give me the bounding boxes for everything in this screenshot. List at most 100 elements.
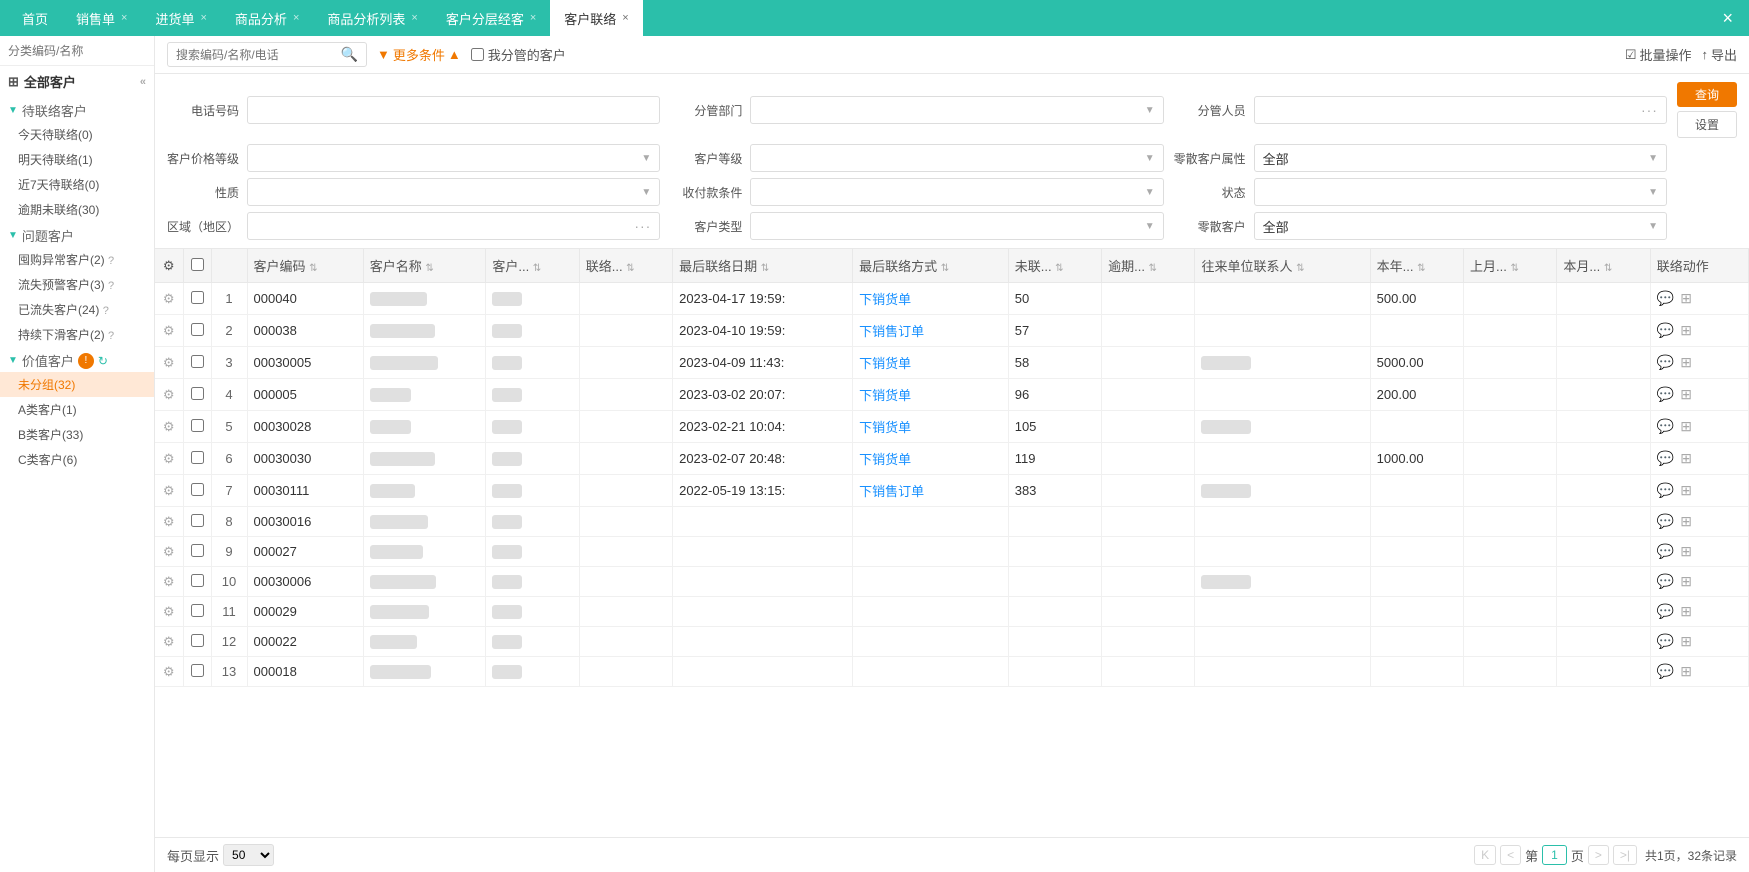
sidebar-item-overdue-contact[interactable]: 逾期未联络(30) (0, 197, 154, 222)
th-settings[interactable]: ⚙ (155, 249, 183, 283)
sidebar-item-loss-warning[interactable]: 流失预警客户(3) ? (0, 272, 154, 297)
th-not-contacted[interactable]: 未联... ⇅ (1008, 249, 1101, 283)
row-settings-icon[interactable]: ⚙ (155, 475, 183, 507)
grid-action-icon[interactable]: ⊞ (1680, 418, 1692, 435)
search-button[interactable]: 查询 (1677, 82, 1737, 107)
sidebar-item-abnormal[interactable]: 囤购异常客户(2) ? (0, 247, 154, 272)
grid-action-icon[interactable]: ⊞ (1680, 354, 1692, 371)
row-settings-icon[interactable]: ⚙ (155, 315, 183, 347)
more-conditions-button[interactable]: ▼ 更多条件 ▲ (377, 45, 461, 64)
row-settings-icon[interactable]: ⚙ (155, 627, 183, 657)
th-last-method[interactable]: 最后联络方式 ⇅ (853, 249, 1009, 283)
sidebar-item-lost[interactable]: 已流失客户(24) ? (0, 297, 154, 322)
grid-action-icon[interactable]: ⊞ (1680, 322, 1692, 339)
sidebar-all-customers[interactable]: ⊞ 全部客户 « (0, 66, 154, 97)
row-checkbox[interactable] (183, 475, 211, 507)
th-this-year[interactable]: 本年... ⇅ (1370, 249, 1463, 283)
grid-action-icon[interactable]: ⊞ (1680, 290, 1692, 307)
row-settings-icon[interactable]: ⚙ (155, 507, 183, 537)
export-button[interactable]: ↑ 导出 (1701, 45, 1737, 64)
nav-purchase[interactable]: 进货单 × (141, 0, 220, 36)
nav-product-analysis-list[interactable]: 商品分析列表 × (313, 0, 431, 36)
th-unit-contact[interactable]: 往来单位联系人 ⇅ (1195, 249, 1370, 283)
close-product-analysis-list-icon[interactable]: × (411, 12, 417, 24)
row-checkbox[interactable] (183, 507, 211, 537)
grid-action-icon[interactable]: ⊞ (1680, 513, 1692, 530)
chat-icon[interactable]: 💬 (1657, 543, 1674, 560)
chat-icon[interactable]: 💬 (1657, 322, 1674, 339)
close-sales-icon[interactable]: × (121, 12, 127, 24)
chat-icon[interactable]: 💬 (1657, 450, 1674, 467)
chat-icon[interactable]: 💬 (1657, 354, 1674, 371)
th-this-month[interactable]: 本月... ⇅ (1557, 249, 1650, 283)
window-close-button[interactable]: × (1714, 8, 1741, 29)
row-settings-icon[interactable]: ⚙ (155, 443, 183, 475)
row-settings-icon[interactable]: ⚙ (155, 657, 183, 687)
row-settings-icon[interactable]: ⚙ (155, 283, 183, 315)
grid-action-icon[interactable]: ⊞ (1680, 603, 1692, 620)
row-checkbox[interactable] (183, 411, 211, 443)
status-select[interactable]: ▼ (1254, 178, 1667, 206)
grid-action-icon[interactable]: ⊞ (1680, 482, 1692, 499)
search-input[interactable] (176, 48, 341, 62)
th-type[interactable]: 客户... ⇅ (486, 249, 579, 283)
row-checkbox[interactable] (183, 657, 211, 687)
grid-action-icon[interactable]: ⊞ (1680, 573, 1692, 590)
page-size-select[interactable]: 10 20 50 100 (223, 844, 274, 866)
sidebar-group-pending[interactable]: ▼ 待联络客户 (0, 97, 154, 122)
retail-customer-select[interactable]: 全部 ▼ (1254, 212, 1667, 240)
sidebar-item-ungrouped[interactable]: 未分组(32) (0, 372, 154, 397)
nature-select[interactable]: ▼ (247, 178, 660, 206)
phone-input[interactable] (247, 96, 660, 124)
nav-sales[interactable]: 销售单 × (62, 0, 141, 36)
manager-select[interactable]: ··· (1254, 96, 1667, 124)
sidebar-item-tomorrow-pending[interactable]: 明天待联络(1) (0, 147, 154, 172)
dept-select[interactable]: ▼ (750, 96, 1163, 124)
close-purchase-icon[interactable]: × (200, 12, 206, 24)
close-customer-tier-icon[interactable]: × (530, 12, 536, 24)
row-checkbox[interactable] (183, 283, 211, 315)
sidebar-item-class-c[interactable]: C类客户(6) (0, 447, 154, 472)
grid-action-icon[interactable]: ⊞ (1680, 543, 1692, 560)
sidebar-group-value[interactable]: ▼ 价值客户 ! ↻ (0, 347, 154, 372)
price-level-select[interactable]: ▼ (247, 144, 660, 172)
customer-level-select[interactable]: ▼ (750, 144, 1163, 172)
row-settings-icon[interactable]: ⚙ (155, 347, 183, 379)
sidebar-item-class-b[interactable]: B类客户(33) (0, 422, 154, 447)
search-icon[interactable]: 🔍 (341, 46, 358, 63)
chat-icon[interactable]: 💬 (1657, 386, 1674, 403)
th-last-date[interactable]: 最后联络日期 ⇅ (673, 249, 853, 283)
first-page-button[interactable]: K (1474, 845, 1496, 865)
prev-page-button[interactable]: < (1500, 845, 1521, 865)
row-checkbox[interactable] (183, 567, 211, 597)
batch-op-button[interactable]: ☑ 批量操作 (1625, 45, 1692, 64)
grid-action-icon[interactable]: ⊞ (1680, 386, 1692, 403)
sidebar-item-class-a[interactable]: A类客户(1) (0, 397, 154, 422)
chat-icon[interactable]: 💬 (1657, 633, 1674, 650)
refresh-icon[interactable]: ↻ (98, 354, 108, 368)
sidebar-item-today-pending[interactable]: 今天待联络(0) (0, 122, 154, 147)
chat-icon[interactable]: 💬 (1657, 482, 1674, 499)
nav-product-analysis[interactable]: 商品分析 × (221, 0, 313, 36)
row-settings-icon[interactable]: ⚙ (155, 597, 183, 627)
nav-customer-tier[interactable]: 客户分层经客 × (432, 0, 550, 36)
chat-icon[interactable]: 💬 (1657, 513, 1674, 530)
th-code[interactable]: 客户编码 ⇅ (247, 249, 363, 283)
row-checkbox[interactable] (183, 597, 211, 627)
row-checkbox[interactable] (183, 443, 211, 475)
row-settings-icon[interactable]: ⚙ (155, 567, 183, 597)
my-customers-checkbox[interactable]: 我分管的客户 (471, 45, 566, 64)
row-checkbox[interactable] (183, 315, 211, 347)
row-checkbox[interactable] (183, 347, 211, 379)
chat-icon[interactable]: 💬 (1657, 290, 1674, 307)
chat-icon[interactable]: 💬 (1657, 418, 1674, 435)
nav-home[interactable]: 首页 (8, 0, 62, 36)
chat-icon[interactable]: 💬 (1657, 573, 1674, 590)
th-name[interactable]: 客户名称 ⇅ (363, 249, 486, 283)
next-page-button[interactable]: > (1588, 845, 1609, 865)
row-checkbox[interactable] (183, 627, 211, 657)
chat-icon[interactable]: 💬 (1657, 603, 1674, 620)
th-overdue[interactable]: 逾期... ⇅ (1102, 249, 1195, 283)
sidebar-item-7days-pending[interactable]: 近7天待联络(0) (0, 172, 154, 197)
customer-type-select[interactable]: ▼ (750, 212, 1163, 240)
